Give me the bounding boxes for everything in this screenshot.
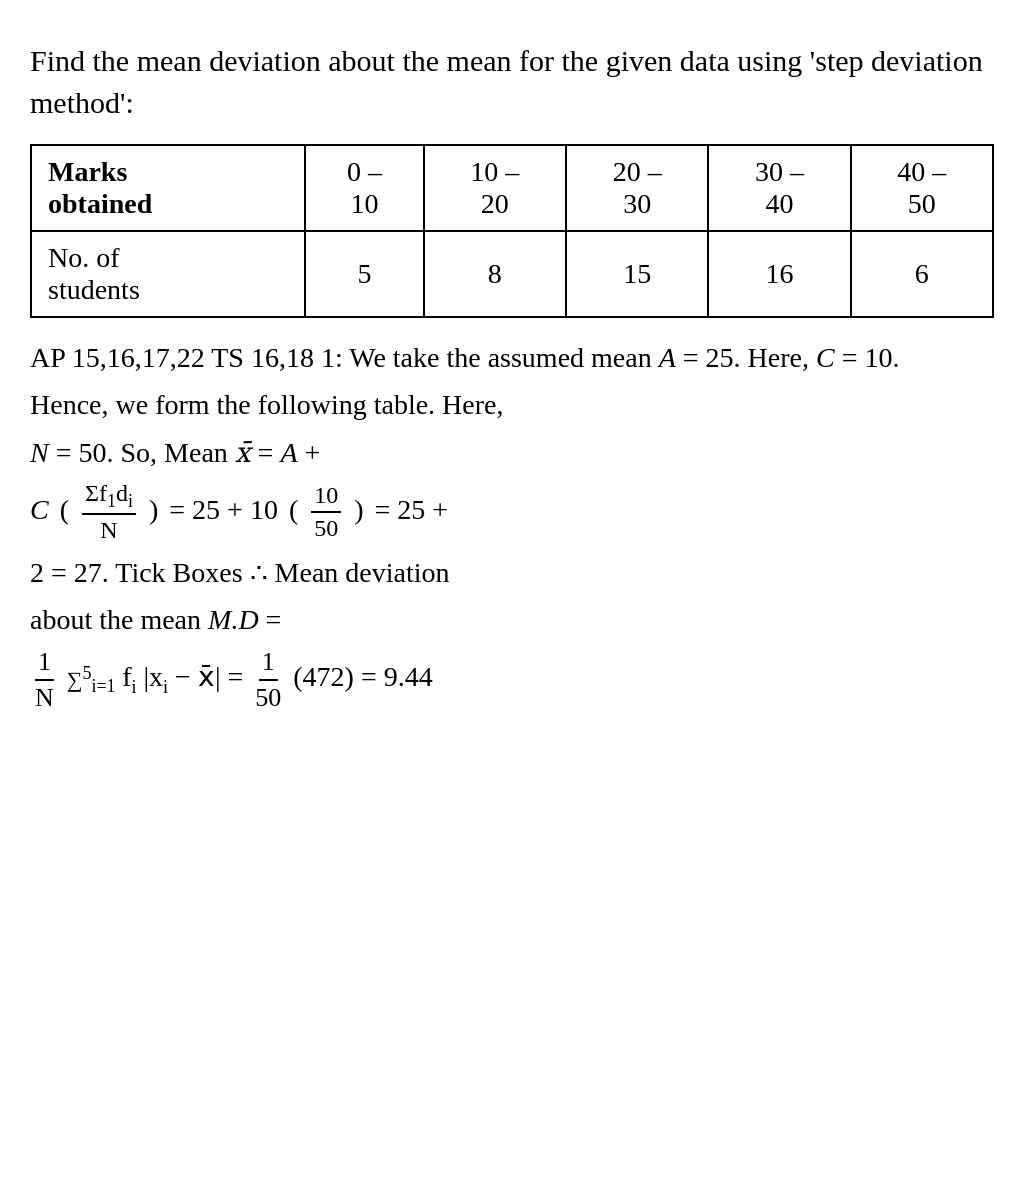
- solution-line-6: about the mean M.D =: [30, 598, 994, 641]
- solution-line-3: N = 50. So, Mean x̄ = A +: [30, 431, 994, 474]
- solution-line-4: C ( Σf1di N ) = 25 + 10 ( 10 50 ) = 25 +: [30, 478, 994, 546]
- question-text: Find the mean deviation about the mean f…: [30, 40, 994, 124]
- students-col-5: 6: [851, 231, 993, 317]
- table-row-students: No. ofstudents 5 8 15 16 6: [31, 231, 993, 317]
- solution-line-2: Hence, we form the following table. Here…: [30, 383, 994, 426]
- frac4-denominator: 50: [252, 681, 284, 715]
- fraction-4: 1 50: [252, 645, 284, 715]
- fraction-1: Σf1di N: [82, 478, 136, 546]
- marks-col-5: 40 –50: [851, 145, 993, 231]
- frac2-numerator: 10: [311, 480, 341, 513]
- marks-col-2: 10 –20: [424, 145, 566, 231]
- frac4-numerator: 1: [259, 645, 278, 681]
- marks-label: Marksobtained: [31, 145, 305, 231]
- fraction-2: 10 50: [311, 480, 341, 544]
- marks-col-1: 0 –10: [305, 145, 423, 231]
- solution-section: AP 15,16,17,22 TS 16,18 1: We take the a…: [30, 336, 994, 715]
- solution-line-1: AP 15,16,17,22 TS 16,18 1: We take the a…: [30, 336, 994, 379]
- students-col-4: 16: [708, 231, 850, 317]
- data-table: Marksobtained 0 –10 10 –20 20 –30 30 –40…: [30, 144, 994, 318]
- marks-col-4: 30 –40: [708, 145, 850, 231]
- question-section: Find the mean deviation about the mean f…: [30, 40, 994, 715]
- marks-col-3: 20 –30: [566, 145, 708, 231]
- solution-line-7: 1 N ∑5i=1 fi |xi − x̄| = 1 50 (472) = 9.…: [30, 645, 994, 715]
- frac1-numerator: Σf1di: [82, 478, 136, 515]
- frac3-denominator: N: [32, 681, 57, 715]
- frac1-denominator: N: [97, 515, 120, 546]
- solution-line-5: 2 = 27. Tick Boxes ∴ Mean deviation: [30, 551, 994, 594]
- students-col-2: 8: [424, 231, 566, 317]
- frac3-numerator: 1: [35, 645, 54, 681]
- students-label: No. ofstudents: [31, 231, 305, 317]
- table-row-marks: Marksobtained 0 –10 10 –20 20 –30 30 –40…: [31, 145, 993, 231]
- frac2-denominator: 50: [311, 513, 341, 544]
- students-col-1: 5: [305, 231, 423, 317]
- fraction-3: 1 N: [32, 645, 57, 715]
- students-col-3: 15: [566, 231, 708, 317]
